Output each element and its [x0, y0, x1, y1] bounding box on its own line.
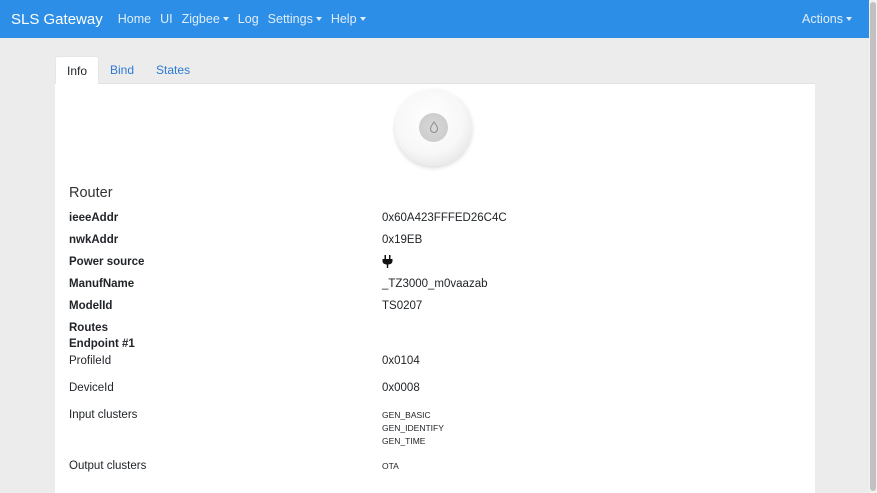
ieeeaddr-value: 0x60A423FFFED26C4C: [382, 212, 507, 224]
output-clusters-label: Output clusters: [69, 460, 147, 472]
nav-settings-label: Settings: [267, 12, 313, 26]
nav-zigbee-label: Zigbee: [181, 12, 220, 26]
nav-ui[interactable]: UI: [160, 12, 173, 26]
nav-home[interactable]: Home: [118, 12, 151, 26]
tab-bind[interactable]: Bind: [99, 56, 145, 84]
profileid-value: 0x0104: [382, 355, 420, 367]
water-drop-icon: [419, 113, 448, 142]
power-source-label: Power source: [69, 256, 145, 268]
cluster-item: GEN_TIME: [382, 436, 426, 446]
profileid-label: ProfileId: [69, 355, 112, 367]
tab-states[interactable]: States: [145, 56, 201, 84]
brand[interactable]: SLS Gateway: [11, 11, 103, 28]
nav-log-label: Log: [237, 12, 259, 26]
nwkaddr-label: nwkAddr: [69, 234, 119, 246]
nav-home-label: Home: [117, 12, 152, 26]
nav-actions[interactable]: Actions: [802, 12, 852, 26]
manufname-value: _TZ3000_m0vaazab: [382, 278, 488, 290]
output-clusters-list: OTA: [382, 460, 399, 473]
nav-settings[interactable]: Settings: [268, 12, 322, 26]
nav-ui-label: UI: [160, 12, 173, 26]
input-clusters-list: GEN_BASIC GEN_IDENTIFY GEN_TIME: [382, 409, 444, 448]
cluster-item: GEN_IDENTIFY: [382, 423, 444, 433]
caret-down-icon: [846, 17, 852, 21]
nav-actions-label: Actions: [802, 12, 843, 26]
deviceid-value: 0x0008: [382, 382, 420, 394]
device-image: [395, 89, 472, 166]
scrollbar[interactable]: [869, 0, 877, 493]
input-clusters-label: Input clusters: [69, 409, 138, 421]
modelid-label: ModelId: [69, 300, 113, 312]
caret-down-icon: [315, 17, 322, 21]
tab-info[interactable]: Info: [55, 56, 100, 84]
nav-zigbee[interactable]: Zigbee: [182, 12, 229, 26]
tab-bar: Info Bind States: [55, 56, 815, 84]
cluster-item: GEN_BASIC: [382, 410, 431, 420]
navbar: SLS Gateway Home UI Zigbee Log Settings …: [0, 0, 869, 38]
ieeeaddr-label: ieeeAddr: [69, 212, 119, 224]
caret-down-icon: [359, 17, 366, 21]
nav-help-label: Help: [330, 12, 357, 26]
caret-down-icon: [222, 17, 229, 21]
nav-help[interactable]: Help: [331, 12, 366, 26]
manufname-label: ManufName: [69, 278, 135, 290]
nwkaddr-value: 0x19EB: [382, 234, 423, 246]
deviceid-label: DeviceId: [69, 382, 114, 394]
scrollbar-thumb[interactable]: [870, 2, 876, 491]
cluster-item: OTA: [382, 461, 399, 471]
info-panel: Router ieeeAddr 0x60A423FFFED26C4C nwkAd…: [55, 84, 815, 493]
endpoint-label: Endpoint #1: [69, 338, 135, 350]
plug-icon: [382, 255, 393, 271]
routes-label: Routes: [69, 322, 108, 334]
nav-log[interactable]: Log: [238, 12, 259, 26]
device-type: Router: [69, 185, 113, 201]
modelid-value: TS0207: [382, 300, 423, 312]
